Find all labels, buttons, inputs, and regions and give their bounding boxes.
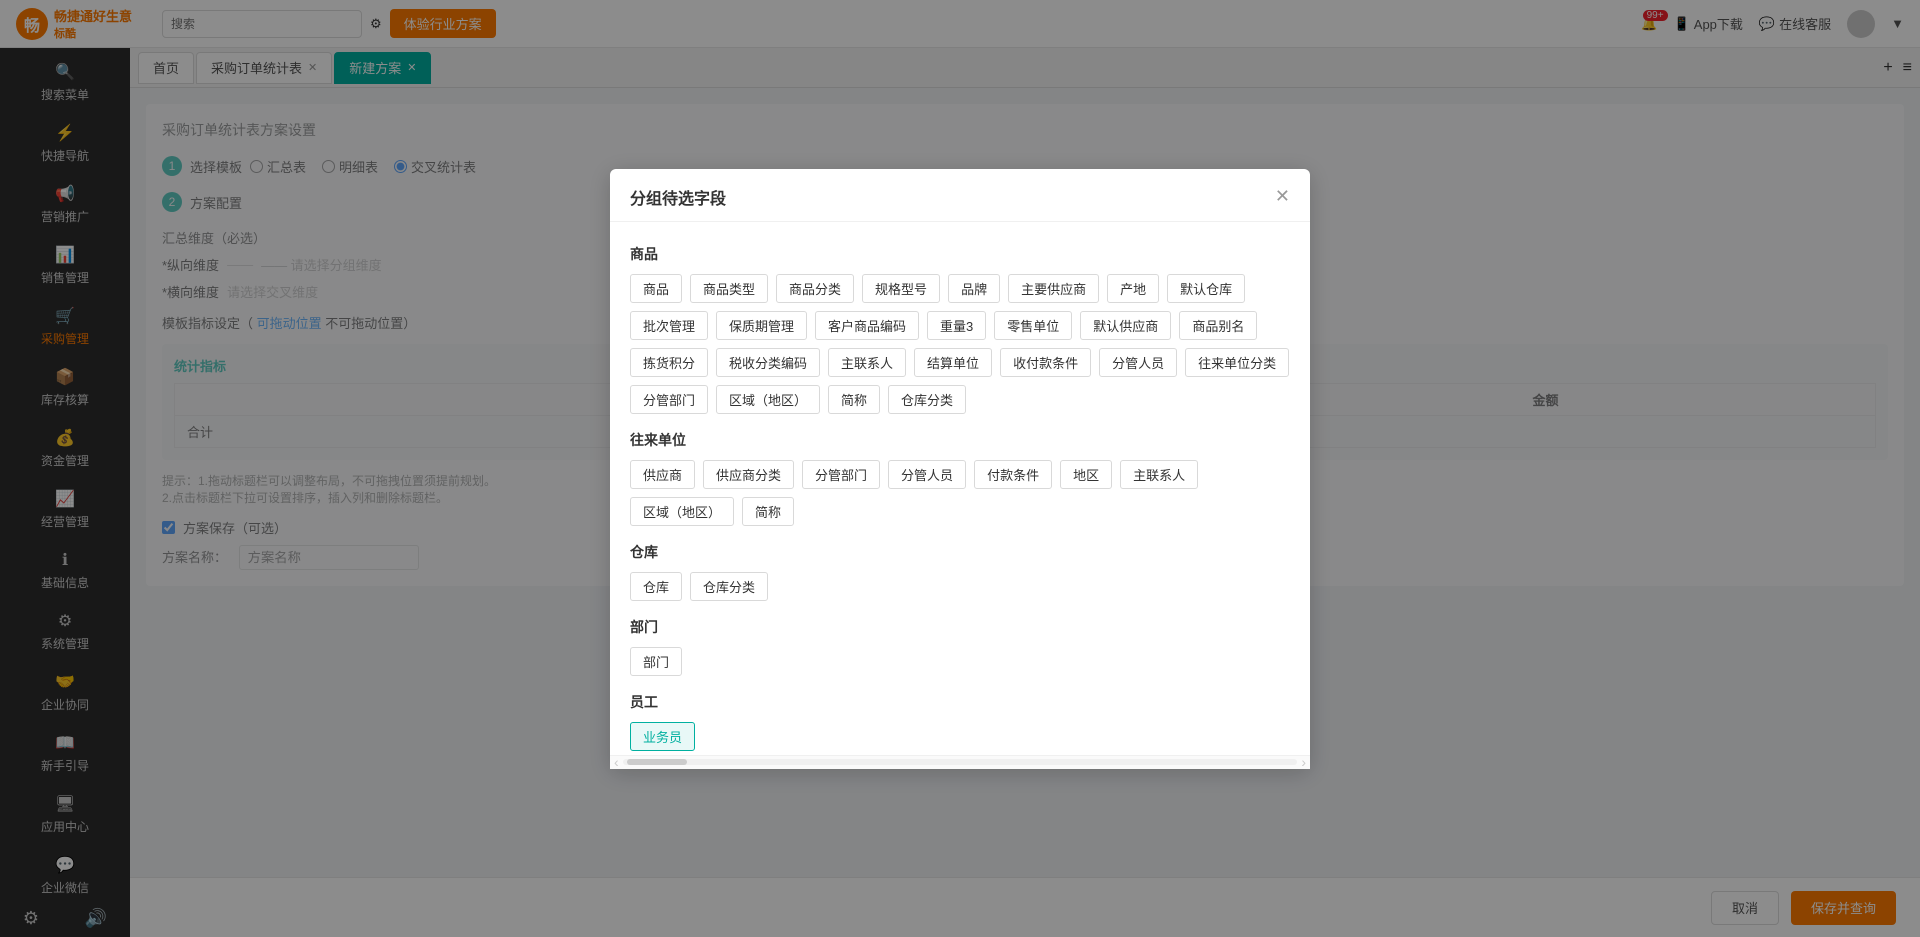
tag-retail-unit[interactable]: 零售单位 [994,311,1072,340]
tag-p-charge-person[interactable]: 分管人员 [888,460,966,489]
tag-short-name[interactable]: 简称 [828,385,880,414]
tag-tax-code[interactable]: 税收分类编码 [716,348,820,377]
tag-origin[interactable]: 产地 [1107,274,1159,303]
section-title-employee: 员工 [630,692,1290,712]
tag-warehouse[interactable]: 仓库 [630,572,682,601]
tags-group-employee: 业务员 [630,722,1290,751]
tags-group-department: 部门 [630,647,1290,676]
section-title-partner: 往来单位 [630,430,1290,450]
tag-warehouse-category[interactable]: 仓库分类 [888,385,966,414]
section-title-product: 商品 [630,244,1290,264]
tag-main-supplier[interactable]: 主要供应商 [1008,274,1099,303]
modal-header: 分组待选字段 ✕ [610,169,1310,222]
tag-spec-model[interactable]: 规格型号 [862,274,940,303]
h-scroll-thumb [627,759,687,765]
tag-product[interactable]: 商品 [630,274,682,303]
tag-salesperson[interactable]: 业务员 [630,722,695,751]
h-scroll-track [623,759,1298,765]
tag-default-warehouse[interactable]: 默认仓库 [1167,274,1245,303]
tag-product-category[interactable]: 商品分类 [776,274,854,303]
tags-group-warehouse: 仓库 仓库分类 [630,572,1290,601]
tag-p-charge-dept[interactable]: 分管部门 [802,460,880,489]
section-title-department: 部门 [630,617,1290,637]
modal-overlay: 分组待选字段 ✕ 商品 商品 商品类型 商品分类 规格型号 品牌 主要供应商 产… [0,0,1920,937]
tag-shelf-life[interactable]: 保质期管理 [716,311,807,340]
tag-p-short-name[interactable]: 简称 [742,497,794,526]
tag-batch-mgmt[interactable]: 批次管理 [630,311,708,340]
tag-charge-dept[interactable]: 分管部门 [630,385,708,414]
tags-group-product: 商品 商品类型 商品分类 规格型号 品牌 主要供应商 产地 默认仓库 批次管理 … [630,274,1290,414]
tag-department[interactable]: 部门 [630,647,682,676]
tag-product-type[interactable]: 商品类型 [690,274,768,303]
tag-region[interactable]: 区域（地区） [716,385,820,414]
tag-w-category[interactable]: 仓库分类 [690,572,768,601]
tag-p-payment-terms[interactable]: 付款条件 [974,460,1052,489]
tag-payment-terms[interactable]: 收付款条件 [1000,348,1091,377]
tag-charge-person[interactable]: 分管人员 [1099,348,1177,377]
section-title-warehouse: 仓库 [630,542,1290,562]
tags-group-partner: 供应商 供应商分类 分管部门 分管人员 付款条件 地区 主联系人 区域（地区） … [630,460,1290,526]
modal-title: 分组待选字段 [630,185,726,209]
tag-supplier[interactable]: 供应商 [630,460,695,489]
modal-body: 商品 商品 商品类型 商品分类 规格型号 品牌 主要供应商 产地 默认仓库 批次… [610,222,1310,755]
h-scroll-right-btn[interactable]: › [1301,754,1306,770]
tag-p-region[interactable]: 地区 [1060,460,1112,489]
tag-pick-points[interactable]: 拣货积分 [630,348,708,377]
modal-close-btn[interactable]: ✕ [1275,186,1290,207]
tag-brand[interactable]: 品牌 [948,274,1000,303]
h-scroll-left-btn[interactable]: ‹ [614,754,619,770]
tag-main-contact[interactable]: 主联系人 [828,348,906,377]
modal: 分组待选字段 ✕ 商品 商品 商品类型 商品分类 规格型号 品牌 主要供应商 产… [610,169,1310,769]
tag-p-main-contact[interactable]: 主联系人 [1120,460,1198,489]
tag-customer-code[interactable]: 客户商品编码 [815,311,919,340]
tag-supplier-category[interactable]: 供应商分类 [703,460,794,489]
tag-product-alias[interactable]: 商品别名 [1179,311,1257,340]
modal-footer-scroll: ‹ › [610,755,1310,769]
tag-weight3[interactable]: 重量3 [927,311,986,340]
tag-settlement-unit[interactable]: 结算单位 [914,348,992,377]
tag-partner-category[interactable]: 往来单位分类 [1185,348,1289,377]
tag-default-supplier[interactable]: 默认供应商 [1080,311,1171,340]
tag-p-area[interactable]: 区域（地区） [630,497,734,526]
